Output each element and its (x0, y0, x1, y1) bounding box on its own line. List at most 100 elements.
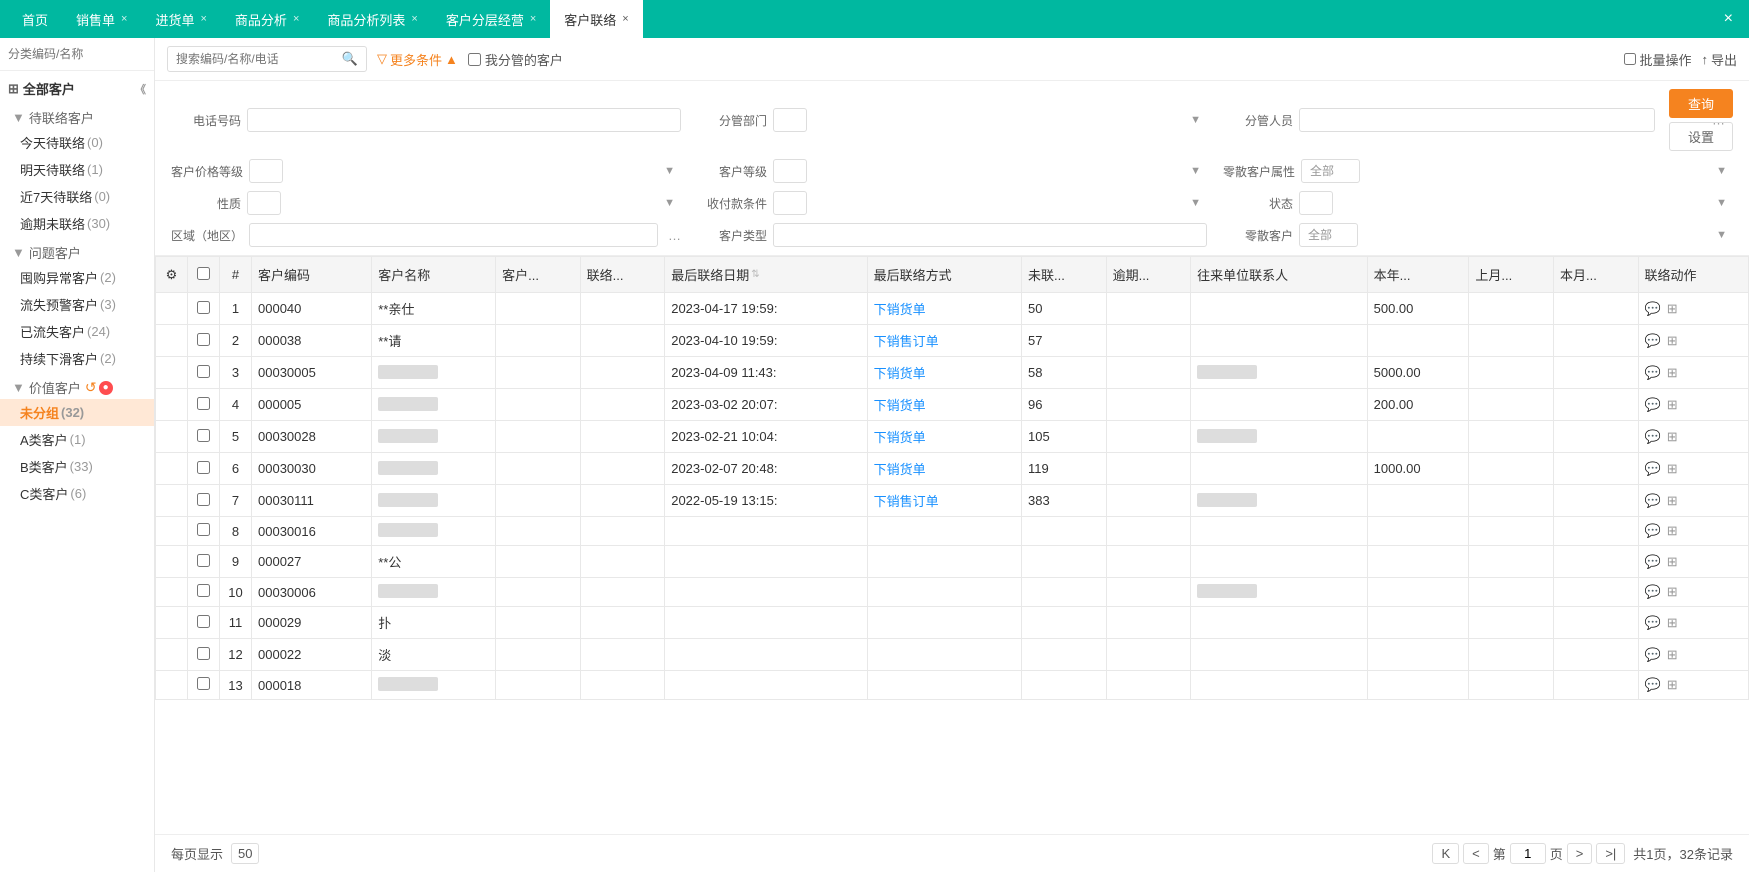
customer-search-input[interactable] (176, 52, 342, 66)
close-segment-icon[interactable]: × (530, 13, 536, 25)
my-customers-checkbox[interactable]: 我分管的客户 (468, 50, 563, 69)
row-checkbox[interactable] (197, 647, 210, 660)
group-problem-customers[interactable]: ▼ 问题客户 (0, 237, 154, 264)
grid-action-icon[interactable]: ⊞ (1667, 493, 1678, 509)
row-checkbox[interactable] (197, 493, 210, 506)
grid-action-icon[interactable]: ⊞ (1667, 397, 1678, 413)
select-all-checkbox[interactable] (197, 267, 210, 280)
row-checkbox[interactable] (197, 615, 210, 628)
col-unit-contact[interactable]: 往来单位联系人 (1191, 257, 1367, 293)
col-this-year[interactable]: 本年... (1367, 257, 1469, 293)
chat-icon[interactable]: 💬 (1645, 397, 1661, 413)
nature-select[interactable] (247, 191, 281, 215)
nav-tab-purchase[interactable]: 进货单 × (141, 0, 220, 38)
sidebar-item-churn-warning[interactable]: 流失预警客户 (3) (0, 291, 154, 318)
sidebar-item-7days-pending[interactable]: 近7天待联络 (0) (0, 183, 154, 210)
nav-tab-customer-contact[interactable]: 客户联络 × (550, 0, 642, 38)
row-checkbox[interactable] (197, 554, 210, 567)
last-page-button[interactable]: >| (1596, 843, 1625, 864)
col-not-contacted[interactable]: 未联... (1022, 257, 1107, 293)
chat-icon[interactable]: 💬 (1645, 584, 1661, 600)
payment-select[interactable] (773, 191, 807, 215)
sidebar-item-tomorrow-pending[interactable]: 明天待联络 (1) (0, 156, 154, 183)
col-name[interactable]: 客户名称 (372, 257, 496, 293)
dept-select[interactable] (773, 108, 807, 132)
phone-input[interactable] (247, 108, 681, 132)
export-button[interactable]: ↑ 导出 (1701, 50, 1737, 69)
sidebar-item-abnormal[interactable]: 囤购异常客户 (2) (0, 264, 154, 291)
close-analysis-icon[interactable]: × (293, 13, 299, 25)
row-checkbox[interactable] (197, 429, 210, 442)
grid-action-icon[interactable]: ⊞ (1667, 429, 1678, 445)
close-contact-icon[interactable]: × (622, 13, 628, 25)
col-last-month[interactable]: 上月... (1469, 257, 1554, 293)
nav-tab-analysis[interactable]: 商品分析 × (221, 0, 313, 38)
grid-action-icon[interactable]: ⊞ (1667, 615, 1678, 631)
col-settings[interactable]: ⚙ (156, 257, 188, 293)
close-all-tabs-button[interactable]: × (1716, 10, 1741, 28)
col-contact[interactable]: 联络... (580, 257, 665, 293)
sidebar-item-overdue[interactable]: 逾期未联络 (30) (0, 210, 154, 237)
page-number-input[interactable] (1510, 843, 1546, 864)
chat-icon[interactable]: 💬 (1645, 429, 1661, 445)
col-this-month[interactable]: 本月... (1553, 257, 1638, 293)
price-grade-select[interactable] (249, 159, 283, 183)
manager-dots-icon[interactable]: … (1712, 113, 1725, 128)
close-purchase-icon[interactable]: × (200, 13, 206, 25)
col-last-method[interactable]: 最后联络方式 (867, 257, 1021, 293)
chat-icon[interactable]: 💬 (1645, 523, 1661, 539)
prev-page-button[interactable]: < (1463, 843, 1489, 864)
grid-action-icon[interactable]: ⊞ (1667, 461, 1678, 477)
my-customers-check[interactable] (468, 53, 481, 66)
sidebar-item-today-pending[interactable]: 今天待联络 (0) (0, 129, 154, 156)
chat-icon[interactable]: 💬 (1645, 461, 1661, 477)
more-conditions-button[interactable]: ▽ 更多条件 ▲ (377, 50, 458, 69)
sidebar-item-class-a[interactable]: A类客户 (1) (0, 426, 154, 453)
sidebar-item-class-c[interactable]: C类客户 (6) (0, 480, 154, 507)
batch-op-button[interactable]: 批量操作 (1624, 50, 1691, 69)
grid-action-icon[interactable]: ⊞ (1667, 523, 1678, 539)
grid-action-icon[interactable]: ⊞ (1667, 333, 1678, 349)
sidebar-search-input[interactable] (8, 47, 155, 61)
region-dots-icon[interactable]: … (668, 228, 681, 243)
chat-icon[interactable]: 💬 (1645, 365, 1661, 381)
row-checkbox[interactable] (197, 365, 210, 378)
grid-action-icon[interactable]: ⊞ (1667, 584, 1678, 600)
next-page-button[interactable]: > (1567, 843, 1593, 864)
page-size-value[interactable]: 50 (231, 843, 259, 864)
batch-check[interactable] (1624, 53, 1636, 65)
row-checkbox[interactable] (197, 461, 210, 474)
chat-icon[interactable]: 💬 (1645, 333, 1661, 349)
nav-home[interactable]: 首页 (8, 0, 62, 38)
customer-grade-select[interactable] (773, 159, 807, 183)
chat-icon[interactable]: 💬 (1645, 647, 1661, 663)
sidebar-item-declining[interactable]: 持续下滑客户 (2) (0, 345, 154, 372)
nav-tab-analysis-list[interactable]: 商品分析列表 × (313, 0, 431, 38)
row-checkbox[interactable] (197, 333, 210, 346)
chat-icon[interactable]: 💬 (1645, 554, 1661, 570)
close-analysis-list-icon[interactable]: × (411, 13, 417, 25)
nav-tab-customer-segment[interactable]: 客户分层经营 × (432, 0, 550, 38)
grid-action-icon[interactable]: ⊞ (1667, 365, 1678, 381)
sparse-attr-select[interactable]: 全部 (1301, 159, 1360, 183)
row-checkbox[interactable] (197, 523, 210, 536)
row-checkbox[interactable] (197, 677, 210, 690)
sparse-customer-select[interactable]: 全部 (1299, 223, 1358, 247)
manager-input[interactable] (1299, 108, 1655, 132)
row-checkbox[interactable] (197, 301, 210, 314)
chat-icon[interactable]: 💬 (1645, 677, 1661, 693)
sidebar-item-unassigned[interactable]: 未分组 (32) (0, 399, 154, 426)
group-value-customers[interactable]: ▼ 价值客户 ↺ ● (0, 372, 154, 399)
grid-action-icon[interactable]: ⊞ (1667, 301, 1678, 317)
col-last-date[interactable]: 最后联络日期⇅ (665, 257, 867, 293)
row-checkbox[interactable] (197, 584, 210, 597)
chat-icon[interactable]: 💬 (1645, 615, 1661, 631)
grid-action-icon[interactable]: ⊞ (1667, 677, 1678, 693)
col-type[interactable]: 客户... (496, 257, 581, 293)
grid-action-icon[interactable]: ⊞ (1667, 554, 1678, 570)
customer-type-input[interactable] (773, 223, 1207, 247)
first-page-button[interactable]: K (1432, 843, 1459, 864)
region-input[interactable] (249, 223, 658, 247)
nav-tab-salesorder[interactable]: 销售单 × (62, 0, 141, 38)
sidebar-item-class-b[interactable]: B类客户 (33) (0, 453, 154, 480)
